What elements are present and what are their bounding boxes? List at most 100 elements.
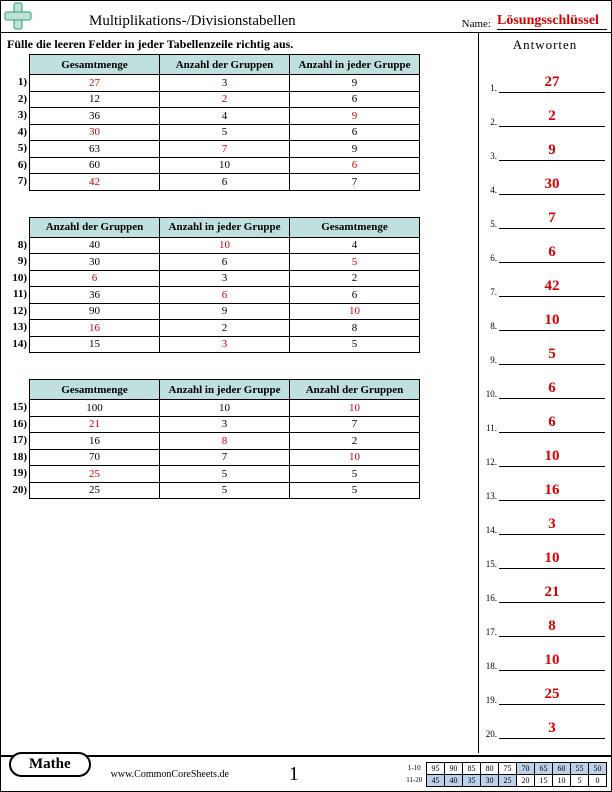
answer-number: 11. bbox=[485, 423, 499, 433]
answer-value: 9 bbox=[499, 142, 605, 161]
row-numbers: 15)16)17)18)19)20) bbox=[7, 379, 29, 498]
instruction: Fülle die leeren Felder in jeder Tabelle… bbox=[7, 37, 472, 52]
answer-number: 14. bbox=[485, 525, 499, 535]
table-cell: 30 bbox=[30, 124, 160, 141]
answer-item: 7.42 bbox=[485, 265, 605, 297]
answer-value: 3 bbox=[499, 720, 605, 739]
answer-number: 1. bbox=[485, 83, 499, 93]
row-number: 2) bbox=[7, 91, 27, 108]
table-cell: 8 bbox=[160, 433, 290, 450]
answer-item: 12.10 bbox=[485, 435, 605, 467]
row-number: 6) bbox=[7, 157, 27, 174]
answers-title: Antworten bbox=[485, 37, 605, 53]
worksheet-title: Multiplikations-/Divisionstabellen bbox=[89, 13, 296, 30]
answer-item: 18.10 bbox=[485, 639, 605, 671]
table-row: 60106 bbox=[30, 157, 420, 174]
table-cell: 2 bbox=[160, 91, 290, 108]
answer-number: 10. bbox=[485, 389, 499, 399]
table-cell: 27 bbox=[30, 75, 160, 92]
table-cell: 4 bbox=[290, 237, 420, 254]
answer-value: 7 bbox=[499, 210, 605, 229]
table-row: 40104 bbox=[30, 237, 420, 254]
answer-value: 8 bbox=[499, 618, 605, 637]
table-cell: 6 bbox=[290, 91, 420, 108]
answer-item: 9.5 bbox=[485, 333, 605, 365]
answer-number: 20. bbox=[485, 729, 499, 739]
table-cell: 21 bbox=[30, 416, 160, 433]
answer-item: 16.21 bbox=[485, 571, 605, 603]
table-row: 1226 bbox=[30, 91, 420, 108]
table-cell: 2 bbox=[160, 320, 290, 337]
column-header: Anzahl der Gruppen bbox=[290, 380, 420, 400]
answer-item: 15.10 bbox=[485, 537, 605, 569]
table-cell: 6 bbox=[30, 270, 160, 287]
score-cell: 5 bbox=[571, 774, 589, 786]
table-row: 3649 bbox=[30, 108, 420, 125]
table-cell: 60 bbox=[30, 157, 160, 174]
table-cell: 9 bbox=[290, 75, 420, 92]
row-number: 10) bbox=[7, 270, 27, 287]
table-cell: 9 bbox=[290, 141, 420, 158]
score-cell: 35 bbox=[463, 774, 481, 786]
table-cell: 70 bbox=[30, 449, 160, 466]
table-row: 2555 bbox=[30, 482, 420, 499]
answer-item: 2.2 bbox=[485, 95, 605, 127]
row-number: 15) bbox=[7, 399, 27, 416]
answer-number: 15. bbox=[485, 559, 499, 569]
table-cell: 4 bbox=[160, 108, 290, 125]
answer-item: 1.27 bbox=[485, 61, 605, 93]
score-cell: 10 bbox=[553, 774, 571, 786]
row-number: 13) bbox=[7, 319, 27, 336]
score-cell: 50 bbox=[589, 762, 607, 774]
table-cell: 5 bbox=[290, 482, 420, 499]
score-cell: 40 bbox=[445, 774, 463, 786]
score-cell: 20 bbox=[517, 774, 535, 786]
table-row: 632 bbox=[30, 270, 420, 287]
table-cell: 6 bbox=[160, 254, 290, 271]
answer-number: 17. bbox=[485, 627, 499, 637]
table-cell: 7 bbox=[290, 416, 420, 433]
table-cell: 36 bbox=[30, 287, 160, 304]
table-row: 1001010 bbox=[30, 400, 420, 417]
answer-number: 12. bbox=[485, 457, 499, 467]
column-header: Anzahl in jeder Gruppe bbox=[160, 380, 290, 400]
table-cell: 30 bbox=[30, 254, 160, 271]
answer-item: 8.10 bbox=[485, 299, 605, 331]
footer: Mathe www.CommonCoreSheets.de 1 1-109590… bbox=[1, 755, 611, 791]
table-cell: 10 bbox=[290, 449, 420, 466]
answer-item: 13.16 bbox=[485, 469, 605, 501]
score-cell: 90 bbox=[445, 762, 463, 774]
answer-value: 42 bbox=[499, 278, 605, 297]
table-row: 90910 bbox=[30, 303, 420, 320]
table-cell: 9 bbox=[160, 303, 290, 320]
score-grid: 1-109590858075706560555011-2045403530252… bbox=[403, 762, 608, 787]
answers-column: Antworten 1.272.23.94.305.76.67.428.109.… bbox=[479, 33, 611, 753]
answer-item: 11.6 bbox=[485, 401, 605, 433]
table-cell: 3 bbox=[160, 75, 290, 92]
table-row: 3666 bbox=[30, 287, 420, 304]
table-cell: 3 bbox=[160, 270, 290, 287]
row-number: 1) bbox=[7, 74, 27, 91]
table-block: 1)2)3)4)5)6)7)GesamtmengeAnzahl der Grup… bbox=[7, 54, 472, 191]
body: Fülle die leeren Felder in jeder Tabelle… bbox=[1, 33, 611, 753]
score-cell: 15 bbox=[535, 774, 553, 786]
score-cell: 65 bbox=[535, 762, 553, 774]
answer-item: 14.3 bbox=[485, 503, 605, 535]
answer-value: 10 bbox=[499, 550, 605, 569]
table-cell: 25 bbox=[30, 466, 160, 483]
table-cell: 5 bbox=[290, 466, 420, 483]
answer-item: 20.3 bbox=[485, 707, 605, 739]
row-number: 14) bbox=[7, 336, 27, 353]
row-numbers: 8)9)10)11)12)13)14) bbox=[7, 217, 29, 353]
table-cell: 63 bbox=[30, 141, 160, 158]
answer-value: 10 bbox=[499, 652, 605, 671]
table-row: 3065 bbox=[30, 254, 420, 271]
table-cell: 7 bbox=[290, 174, 420, 191]
column-header: Gesamtmenge bbox=[30, 380, 160, 400]
table-block: 8)9)10)11)12)13)14)Anzahl der GruppenAnz… bbox=[7, 217, 472, 354]
table-cell: 12 bbox=[30, 91, 160, 108]
row-number: 11) bbox=[7, 286, 27, 303]
table-row: 1535 bbox=[30, 336, 420, 353]
score-cell: 55 bbox=[571, 762, 589, 774]
table-cell: 5 bbox=[290, 254, 420, 271]
